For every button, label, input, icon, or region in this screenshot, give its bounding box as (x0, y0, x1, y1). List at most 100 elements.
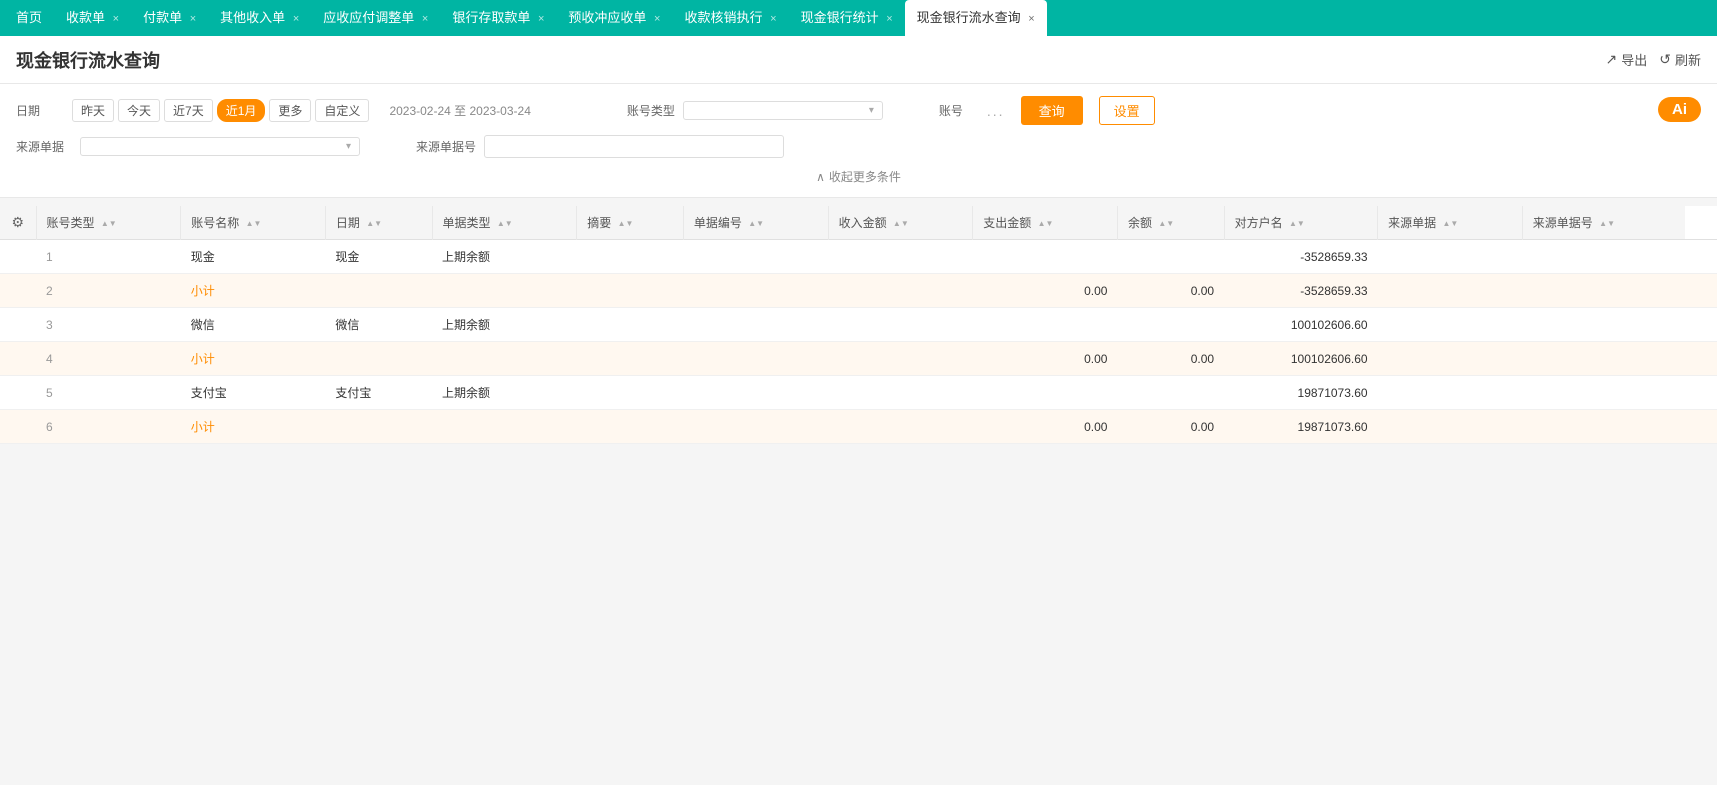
th-doc-no[interactable]: 单据编号 ▲▼ (683, 206, 828, 240)
query-button[interactable]: 查询 (1021, 96, 1083, 125)
th-source-doc-no[interactable]: 来源单据号 ▲▼ (1522, 206, 1685, 240)
data-table-wrapper: ⚙ 账号类型 ▲▼ 账号名称 ▲▼ 日期 ▲▼ 单据类型 ▲▼ (0, 206, 1717, 444)
cell-balance: 100102606.60 (1224, 342, 1378, 376)
sort-arrows-icon: ▲▼ (1038, 219, 1054, 228)
cell-summary (683, 410, 828, 444)
th-balance[interactable]: 余额 ▲▼ (1117, 206, 1224, 240)
nav-adjustment[interactable]: 应收应付调整单 × (311, 0, 440, 36)
th-date[interactable]: 日期 ▲▼ (325, 206, 432, 240)
row-number: 3 (36, 308, 181, 342)
th-counterpart[interactable]: 对方户名 ▲▼ (1224, 206, 1378, 240)
nav-receipt[interactable]: 收款单 × (54, 0, 131, 36)
th-income[interactable]: 收入金额 ▲▼ (828, 206, 973, 240)
gear-icon[interactable]: ⚙ (11, 214, 24, 230)
nav-cash-stats[interactable]: 现金银行统计 × (789, 0, 905, 36)
ai-label: Ai (1672, 101, 1687, 118)
cell-doc-no (828, 342, 973, 376)
nav-other-income[interactable]: 其他收入单 × (208, 0, 311, 36)
cell-balance: 100102606.60 (1224, 308, 1378, 342)
close-icon[interactable]: × (538, 13, 544, 25)
cell-date (432, 410, 577, 444)
date-btn-custom[interactable]: 自定义 (315, 99, 369, 122)
th-account-type[interactable]: 账号类型 ▲▼ (36, 206, 181, 240)
nav-cash-flow[interactable]: 现金银行流水查询 × (905, 0, 1047, 36)
chevron-up-icon: ∧ (816, 170, 825, 184)
close-icon[interactable]: × (113, 13, 119, 25)
cell-income: 0.00 (973, 410, 1118, 444)
th-source-doc[interactable]: 来源单据 ▲▼ (1378, 206, 1523, 240)
row-number: 5 (36, 376, 181, 410)
cell-counterpart (1378, 376, 1523, 410)
cell-summary (683, 308, 828, 342)
cell-source-doc (1522, 342, 1685, 376)
date-btn-yesterday[interactable]: 昨天 (72, 99, 114, 122)
close-icon[interactable]: × (1028, 13, 1034, 25)
account-type-select[interactable]: ▾ (683, 101, 883, 120)
close-icon[interactable]: × (293, 13, 299, 25)
cell-doc-type (577, 342, 684, 376)
export-button[interactable]: ↗ 导出 (1606, 50, 1648, 69)
close-icon[interactable]: × (770, 13, 776, 25)
date-options: 昨天 今天 近7天 近1月 更多 自定义 (72, 99, 369, 122)
cell-doc-no (828, 240, 973, 274)
account-dots[interactable]: ... (987, 103, 1005, 119)
source-doc-select[interactable]: ▾ (80, 137, 360, 156)
cell-account-type: 支付宝 (181, 376, 326, 410)
ai-button[interactable]: Ai (1658, 97, 1701, 122)
refresh-icon: ↺ (1659, 51, 1671, 68)
date-btn-1month[interactable]: 近1月 (217, 99, 266, 122)
table-row: 1现金现金上期余额-3528659.33 (0, 240, 1717, 274)
top-navigation: 首页 收款单 × 付款单 × 其他收入单 × 应收应付调整单 × 银行存取款单 … (0, 0, 1717, 36)
cell-doc-type (577, 376, 684, 410)
close-icon[interactable]: × (190, 13, 196, 25)
sort-arrows-icon: ▲▼ (618, 219, 634, 228)
date-btn-more[interactable]: 更多 (269, 99, 311, 122)
nav-bank-deposit[interactable]: 银行存取款单 × (440, 0, 556, 36)
page-title: 现金银行流水查询 (16, 47, 160, 73)
nav-home[interactable]: 首页 (4, 0, 54, 36)
source-doc-label: 来源单据 (16, 138, 64, 155)
sort-arrows-icon: ▲▼ (1289, 219, 1305, 228)
sort-arrows-icon: ▲▼ (497, 219, 513, 228)
source-doc-no-input[interactable] (484, 135, 784, 158)
close-icon[interactable]: × (886, 13, 892, 25)
setting-button[interactable]: 设置 (1099, 96, 1155, 125)
date-btn-today[interactable]: 今天 (118, 99, 160, 122)
collapse-bar[interactable]: ∧ 收起更多条件 (16, 168, 1701, 185)
cell-income: 0.00 (973, 342, 1118, 376)
cell-date (432, 274, 577, 308)
cell-source-doc-no (1685, 308, 1717, 342)
cell-expense: 0.00 (1117, 342, 1224, 376)
cell-account-name (325, 410, 432, 444)
cell-date: 上期余额 (432, 240, 577, 274)
cell-source-doc-no (1685, 410, 1717, 444)
close-icon[interactable]: × (422, 13, 428, 25)
refresh-button[interactable]: ↺ 刷新 (1659, 50, 1701, 69)
cell-expense (1117, 240, 1224, 274)
cell-date: 上期余额 (432, 376, 577, 410)
th-doc-type[interactable]: 单据类型 ▲▼ (432, 206, 577, 240)
source-doc-no-label: 来源单据号 (416, 138, 476, 155)
cell-balance: -3528659.33 (1224, 240, 1378, 274)
table-header-row: ⚙ 账号类型 ▲▼ 账号名称 ▲▼ 日期 ▲▼ 单据类型 ▲▼ (0, 206, 1717, 240)
cell-doc-type (577, 274, 684, 308)
cell-summary (683, 376, 828, 410)
date-btn-7days[interactable]: 近7天 (164, 99, 213, 122)
date-filter-label: 日期 (16, 102, 56, 119)
cell-summary (683, 342, 828, 376)
th-settings[interactable]: ⚙ (0, 206, 36, 240)
th-summary[interactable]: 摘要 ▲▼ (577, 206, 684, 240)
filter-row-2: 来源单据 ▾ 来源单据号 (16, 135, 1701, 158)
table-row: 6小计0.000.0019871073.60 (0, 410, 1717, 444)
nav-collection-exec[interactable]: 收款核销执行 × (672, 0, 788, 36)
th-expense[interactable]: 支出金额 ▲▼ (973, 206, 1118, 240)
cell-balance: 19871073.60 (1224, 410, 1378, 444)
close-icon[interactable]: × (654, 13, 660, 25)
row-number: 1 (36, 240, 181, 274)
page-header: 现金银行流水查询 ↗ 导出 ↺ 刷新 (0, 36, 1717, 84)
th-account-name[interactable]: 账号名称 ▲▼ (181, 206, 326, 240)
table-row: 5支付宝支付宝上期余额19871073.60 (0, 376, 1717, 410)
nav-payment[interactable]: 付款单 × (131, 0, 208, 36)
nav-advance-offset[interactable]: 预收冲应收单 × (556, 0, 672, 36)
cell-balance: -3528659.33 (1224, 274, 1378, 308)
